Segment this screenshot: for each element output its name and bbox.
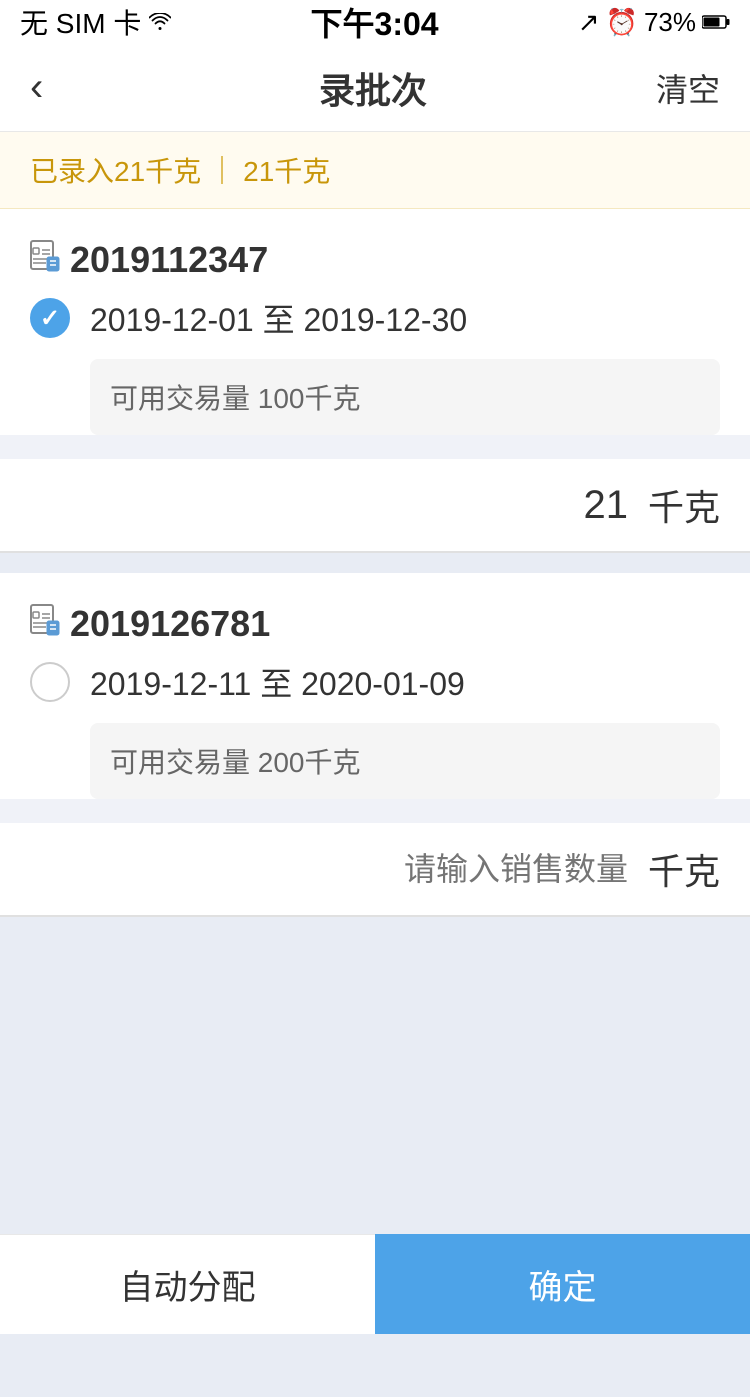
batch-1-date-row[interactable]: 2019-12-01 至 2019-12-30 <box>30 295 720 341</box>
battery-icon <box>702 14 730 30</box>
batch-1-radio[interactable] <box>30 298 70 338</box>
location-icon: ↗ <box>578 7 600 38</box>
batch-1-id: 2019112347 <box>70 239 268 281</box>
batch-2-header: 2019126781 <box>30 603 720 645</box>
batch-2-avail: 可用交易量 200千克 <box>90 723 720 799</box>
batch-1-qty-unit: 千克 <box>648 479 720 531</box>
battery-percent: 73% <box>644 7 696 38</box>
batch-2-input-row[interactable]: 千克 <box>0 823 750 917</box>
info-divider <box>221 156 223 184</box>
batch-2-qty-input[interactable] <box>228 851 628 888</box>
batch-1-qty-row: 21 千克 <box>0 459 750 553</box>
info-banner: 已录入21千克 21千克 <box>0 132 750 209</box>
batch-2-icon <box>30 604 60 644</box>
batch-2-radio[interactable] <box>30 662 70 702</box>
nav-bar: ‹ 录批次 清空 <box>0 44 750 132</box>
alarm-icon: ⏰ <box>606 7 638 38</box>
status-time: 下午3:04 <box>311 0 439 45</box>
status-right: ↗ ⏰ 73% <box>578 7 730 38</box>
info-value: 21千克 <box>243 150 330 190</box>
sim-label: 无 SIM 卡 <box>20 2 141 42</box>
batch-item-2: 2019126781 2019-12-11 至 2020-01-09 可用交易量… <box>0 573 750 799</box>
batch-1-avail: 可用交易量 100千克 <box>90 359 720 435</box>
back-button[interactable]: ‹ <box>30 65 90 110</box>
batch-separator <box>0 553 750 573</box>
batch-1-header: 2019112347 <box>30 239 720 281</box>
status-bar: 无 SIM 卡 下午3:04 ↗ ⏰ 73% <box>0 0 750 44</box>
status-left: 无 SIM 卡 <box>20 2 171 42</box>
nav-title: 录批次 <box>319 62 427 114</box>
auto-distribute-button[interactable]: 自动分配 <box>0 1234 375 1334</box>
wifi-icon <box>149 13 171 31</box>
bottom-bar: 自动分配 确定 <box>0 1234 750 1334</box>
batch-2-unit: 千克 <box>648 843 720 895</box>
batch-2-date-row[interactable]: 2019-12-11 至 2020-01-09 <box>30 659 720 705</box>
batch-1-qty-value: 21 <box>583 483 628 528</box>
recorded-label: 已录入21千克 <box>30 150 201 190</box>
batch-2-date: 2019-12-11 至 2020-01-09 <box>90 659 465 705</box>
clear-button[interactable]: 清空 <box>656 65 720 111</box>
batch-item-1: 2019112347 2019-12-01 至 2019-12-30 可用交易量… <box>0 209 750 435</box>
batch-1-icon <box>30 240 60 280</box>
batch-1-date: 2019-12-01 至 2019-12-30 <box>90 295 467 341</box>
batch-2-id: 2019126781 <box>70 603 270 645</box>
confirm-button[interactable]: 确定 <box>375 1234 750 1334</box>
